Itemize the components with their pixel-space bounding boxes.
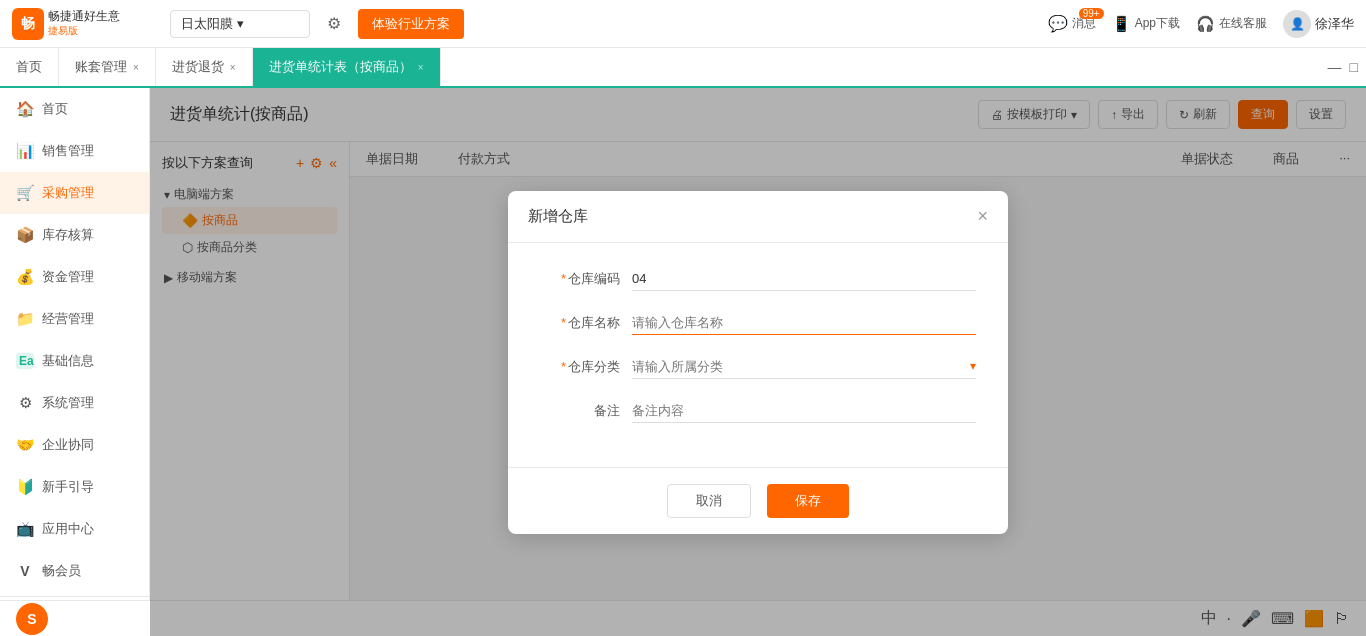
form-row-category: 仓库分类 ▾ [540, 355, 976, 379]
vip-icon: V [16, 563, 34, 579]
apps-icon: 📺 [16, 520, 34, 538]
category-input[interactable] [632, 359, 970, 374]
sidebar-item-inventory[interactable]: 📦 库存核算 [0, 214, 149, 256]
top-header: 畅 畅捷通好生意 捷易版 日太阳膜 ▾ ⚙ 体验行业方案 💬 99+ 消息 📱 … [0, 0, 1366, 48]
name-label: 仓库名称 [540, 314, 620, 332]
sidebar-label-enterprise: 企业协同 [42, 436, 94, 454]
sidebar-label-business: 经营管理 [42, 310, 94, 328]
form-row-code: 仓库编码 [540, 267, 976, 291]
logo-sub-text: 捷易版 [48, 24, 120, 38]
purchase-icon: 🛒 [16, 184, 34, 202]
message-badge: 99+ [1079, 8, 1104, 19]
main-content: 进货单统计(按商品) 🖨 按模板打印 ▾ ↑ 导出 ↻ 刷新 查询 [150, 88, 1366, 636]
user-name: 徐泽华 [1315, 15, 1354, 33]
online-service-item[interactable]: 🎧 在线客服 [1196, 15, 1267, 33]
sidebar-item-home[interactable]: 🏠 首页 [0, 88, 149, 130]
user-area[interactable]: 👤 徐泽华 [1283, 10, 1354, 38]
sidebar-label-home: 首页 [42, 100, 68, 118]
close-icon[interactable]: × [230, 62, 236, 73]
close-icon[interactable]: × [133, 62, 139, 73]
remark-label: 备注 [540, 402, 620, 420]
sidebar-item-finance[interactable]: 💰 资金管理 [0, 256, 149, 298]
dialog-footer: 取消 保存 [508, 467, 1008, 534]
header-right: 💬 99+ 消息 📱 App下载 🎧 在线客服 👤 徐泽华 [1048, 10, 1354, 38]
add-warehouse-dialog: 新增仓库 × 仓库编码 仓库名称 仓库 [508, 191, 1008, 534]
sidebar-label-apps: 应用中心 [42, 520, 94, 538]
avatar: 👤 [1283, 10, 1311, 38]
sidebar-label-system: 系统管理 [42, 394, 94, 412]
basic-info-icon: Ea [16, 353, 34, 369]
messages-item[interactable]: 💬 99+ 消息 [1048, 14, 1096, 33]
finance-icon: 💰 [16, 268, 34, 286]
name-input[interactable] [632, 311, 976, 335]
dialog-close-button[interactable]: × [977, 207, 988, 225]
code-input[interactable] [632, 267, 976, 291]
dialog-body: 仓库编码 仓库名称 仓库分类 ▾ [508, 243, 1008, 467]
tab-actions: — □ [1320, 48, 1366, 86]
sidebar-label-sales: 销售管理 [42, 142, 94, 160]
sidebar-label-purchase: 采购管理 [42, 184, 94, 202]
enterprise-icon: 🤝 [16, 436, 34, 454]
logo-main-text: 畅捷通好生意 [48, 9, 120, 25]
trial-button[interactable]: 体验行业方案 [358, 9, 464, 39]
form-row-name: 仓库名称 [540, 311, 976, 335]
sidebar-item-system[interactable]: ⚙ 系统管理 [0, 382, 149, 424]
save-button[interactable]: 保存 [767, 484, 849, 518]
dialog-title: 新增仓库 [528, 207, 588, 226]
sidebar-label-basic-info: 基础信息 [42, 352, 94, 370]
sidebar: 🏠 首页 📊 销售管理 🛒 采购管理 📦 库存核算 💰 资金管理 📁 经营管理 … [0, 88, 150, 636]
sidebar-item-business[interactable]: 📁 经营管理 [0, 298, 149, 340]
dialog-header: 新增仓库 × [508, 191, 1008, 243]
sidebar-label-guide: 新手引导 [42, 478, 94, 496]
sales-icon: 📊 [16, 142, 34, 160]
chevron-down-icon: ▾ [237, 16, 244, 31]
sidebar-item-sales[interactable]: 📊 销售管理 [0, 130, 149, 172]
maximize-button[interactable]: □ [1350, 59, 1358, 75]
home-icon: 🏠 [16, 100, 34, 118]
sidebar-label-vip: 畅会员 [42, 562, 81, 580]
sidebar-item-guide[interactable]: 🔰 新手引导 [0, 466, 149, 508]
sidebar-item-vip[interactable]: V 畅会员 [0, 550, 149, 592]
close-icon[interactable]: × [418, 62, 424, 73]
category-select[interactable]: ▾ [632, 355, 976, 379]
tab-purchase-stats[interactable]: 进货单统计表（按商品） × [253, 48, 441, 86]
tab-purchase-return[interactable]: 进货退货 × [156, 48, 253, 86]
store-selector[interactable]: 日太阳膜 ▾ [170, 10, 310, 38]
inventory-icon: 📦 [16, 226, 34, 244]
settings-icon[interactable]: ⚙ [318, 8, 350, 40]
code-label: 仓库编码 [540, 270, 620, 288]
category-label: 仓库分类 [540, 358, 620, 376]
sidebar-item-basic-info[interactable]: Ea 基础信息 [0, 340, 149, 382]
tab-home[interactable]: 首页 [0, 48, 59, 86]
store-name: 日太阳膜 [181, 15, 233, 33]
service-label: 在线客服 [1219, 15, 1267, 32]
app-label: App下载 [1135, 15, 1180, 32]
logo-icon: 畅 [12, 8, 44, 40]
tab-bar: 首页 账套管理 × 进货退货 × 进货单统计表（按商品） × — □ [0, 48, 1366, 88]
app-download-item[interactable]: 📱 App下载 [1112, 15, 1180, 33]
tab-account[interactable]: 账套管理 × [59, 48, 156, 86]
business-icon: 📁 [16, 310, 34, 328]
sidebar-item-enterprise[interactable]: 🤝 企业协同 [0, 424, 149, 466]
main-layout: 🏠 首页 📊 销售管理 🛒 采购管理 📦 库存核算 💰 资金管理 📁 经营管理 … [0, 88, 1366, 636]
logo-area: 畅 畅捷通好生意 捷易版 [12, 8, 162, 40]
minimize-button[interactable]: — [1328, 59, 1342, 75]
dialog-overlay: 新增仓库 × 仓库编码 仓库名称 仓库 [150, 88, 1366, 636]
bottom-logo: S [16, 603, 48, 635]
sidebar-label-inventory: 库存核算 [42, 226, 94, 244]
guide-icon: 🔰 [16, 478, 34, 496]
system-icon: ⚙ [16, 394, 34, 412]
form-row-remark: 备注 [540, 399, 976, 423]
cancel-button[interactable]: 取消 [667, 484, 751, 518]
bottom-logo-area: S [16, 603, 48, 635]
sidebar-label-finance: 资金管理 [42, 268, 94, 286]
chevron-down-icon: ▾ [970, 359, 976, 373]
sidebar-item-apps[interactable]: 📺 应用中心 [0, 508, 149, 550]
sidebar-item-purchase[interactable]: 🛒 采购管理 [0, 172, 149, 214]
remark-input[interactable] [632, 399, 976, 423]
